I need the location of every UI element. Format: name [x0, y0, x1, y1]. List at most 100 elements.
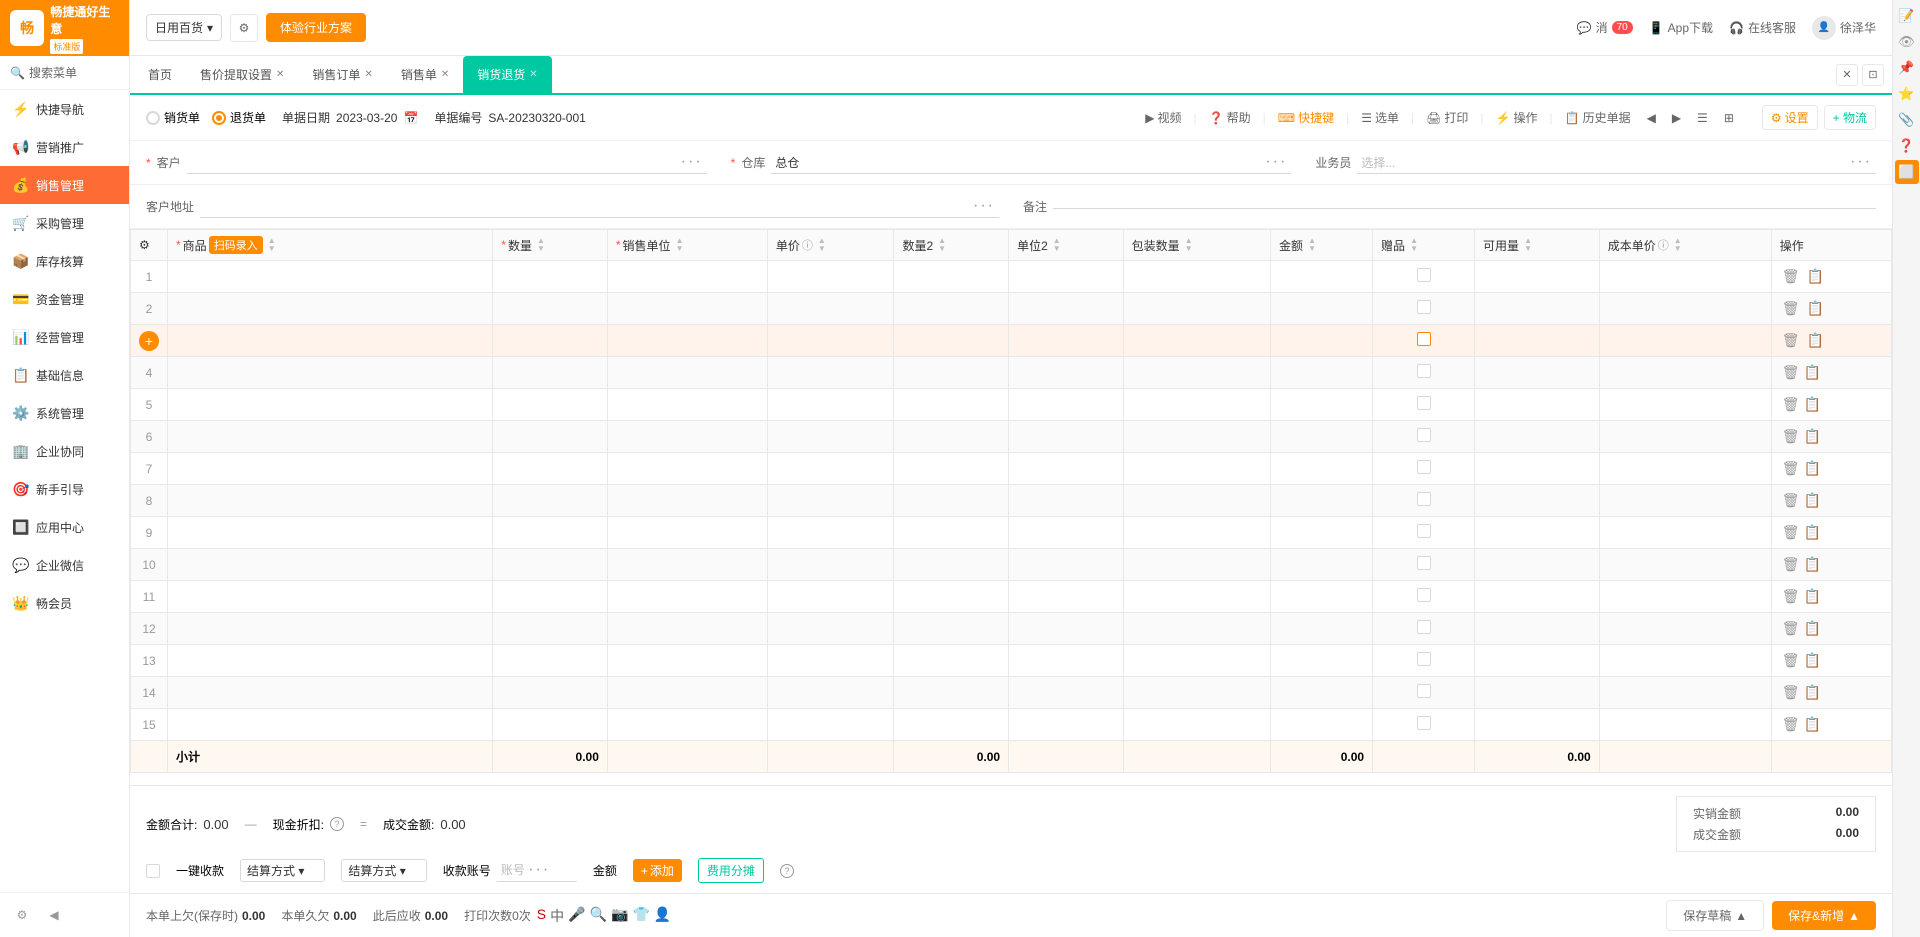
amount-cell[interactable]: [1271, 293, 1373, 325]
price-cell[interactable]: [767, 325, 894, 357]
qty2-cell[interactable]: [894, 261, 1009, 293]
cost-price-cell[interactable]: [1599, 293, 1771, 325]
sidebar-item-inventory[interactable]: 📦 库存核算: [0, 242, 129, 280]
unit2-sort[interactable]: ▲ ▼: [1053, 237, 1061, 253]
online-service-btn[interactable]: 🎧 在线客服: [1729, 19, 1796, 36]
copy-row-btn[interactable]: 📋: [1801, 458, 1822, 479]
product-sort[interactable]: ▲ ▼: [268, 237, 276, 253]
copy-row-btn[interactable]: 📋: [1801, 522, 1822, 543]
fee-split-btn[interactable]: 费用分摊: [698, 858, 764, 883]
price-sort[interactable]: ▲ ▼: [818, 237, 826, 253]
product-cell[interactable]: [168, 261, 493, 293]
tab-close-sale-price[interactable]: ✕: [276, 69, 284, 80]
shortcut-btn[interactable]: ⌨ 快捷键: [1274, 107, 1338, 128]
unit2-cell[interactable]: [1009, 325, 1124, 357]
cost-price-cell[interactable]: [1599, 325, 1771, 357]
copy-row-btn[interactable]: 📋: [1801, 618, 1822, 639]
delete-row-btn[interactable]: 🗑: [1780, 458, 1802, 479]
sidebar-item-newbie[interactable]: 🎯 新手引导: [0, 470, 129, 508]
delete-row-btn[interactable]: 🗑: [1780, 650, 1802, 671]
qty2-cell[interactable]: [894, 325, 1009, 357]
sidebar-item-member[interactable]: 👑 畅会员: [0, 584, 129, 622]
prev-btn[interactable]: ◀: [1643, 109, 1660, 127]
delete-row-btn[interactable]: 🗑: [1780, 362, 1802, 383]
next-btn[interactable]: ▶: [1668, 109, 1685, 127]
tab-sale-price[interactable]: 售价提取设置 ✕: [186, 56, 298, 95]
scan-badge[interactable]: 扫码录入: [209, 236, 263, 254]
save-draft-btn[interactable]: 保存草稿 ▲: [1666, 900, 1764, 931]
pack-qty-cell[interactable]: [1123, 293, 1270, 325]
delete-row-btn[interactable]: 🗑: [1780, 298, 1802, 319]
copy-row-btn[interactable]: 📋: [1801, 490, 1822, 511]
rp-eye-icon[interactable]: 👁: [1895, 30, 1919, 54]
warehouse-input[interactable]: 总仓 ···: [771, 151, 1291, 174]
grid-view-btn[interactable]: ⊞: [1720, 109, 1738, 127]
sale-unit-cell[interactable]: [607, 325, 767, 357]
gift-cell[interactable]: [1373, 325, 1475, 357]
settings-bottom-icon[interactable]: ⚙: [10, 903, 34, 927]
copy-row-btn[interactable]: 📋: [1805, 330, 1826, 351]
search-menu[interactable]: 🔍 搜索菜单: [0, 56, 129, 90]
unit2-cell[interactable]: [1009, 293, 1124, 325]
available-cell[interactable]: [1475, 293, 1600, 325]
tab-home[interactable]: 首页: [134, 56, 186, 95]
qty2-sort[interactable]: ▲ ▼: [938, 237, 946, 253]
qty-cell[interactable]: [493, 261, 608, 293]
cash-discount-help-icon[interactable]: ?: [330, 817, 344, 831]
video-btn[interactable]: ▶ 视频: [1141, 107, 1185, 128]
product-input-active[interactable]: [176, 334, 484, 348]
qty-cell[interactable]: [493, 325, 608, 357]
rp-active-icon[interactable]: ⬜: [1895, 160, 1919, 184]
maximize-tab-btn[interactable]: ⊡: [1862, 64, 1884, 86]
sidebar-item-wechat[interactable]: 💬 企业微信: [0, 546, 129, 584]
help-btn[interactable]: ❓ 帮助: [1205, 107, 1255, 128]
fee-split-help-icon[interactable]: ?: [780, 864, 794, 878]
copy-row-btn[interactable]: 📋: [1805, 266, 1826, 287]
header-gear-icon[interactable]: ⚙: [230, 14, 258, 42]
amount-sort[interactable]: ▲ ▼: [1308, 237, 1316, 253]
copy-row-btn[interactable]: 📋: [1801, 650, 1822, 671]
list-view-btn[interactable]: ☰: [1693, 109, 1712, 127]
copy-row-btn[interactable]: 📋: [1801, 682, 1822, 703]
sidebar-item-system[interactable]: ⚙️ 系统管理: [0, 394, 129, 432]
gift-sort[interactable]: ▲ ▼: [1410, 237, 1418, 253]
cost-price-info-icon[interactable]: ⓘ: [1658, 237, 1669, 253]
delete-row-btn[interactable]: 🗑: [1780, 586, 1802, 607]
col-gear[interactable]: ⚙: [131, 230, 168, 261]
copy-row-btn[interactable]: 📋: [1801, 394, 1822, 415]
collapse-icon[interactable]: ◀: [42, 903, 66, 927]
industry-selector[interactable]: 日用百货 ▾: [146, 14, 222, 41]
tab-close-sale-order[interactable]: ✕: [364, 69, 372, 80]
cost-price-cell[interactable]: [1599, 261, 1771, 293]
pack-qty-cell[interactable]: [1123, 325, 1270, 357]
rp-pin-icon[interactable]: 📌: [1895, 56, 1919, 80]
operation-btn[interactable]: ⚡ 操作: [1492, 107, 1542, 128]
user-menu[interactable]: 👤 徐泽华: [1812, 16, 1876, 40]
add-row-btn[interactable]: +: [139, 331, 159, 351]
settle-method-select[interactable]: 结算方式 ▾: [240, 859, 325, 882]
tab-sale-out[interactable]: 销售单 ✕: [387, 56, 463, 95]
gift-cell[interactable]: [1373, 261, 1475, 293]
copy-row-btn[interactable]: 📋: [1801, 426, 1822, 447]
app-download-btn[interactable]: 📱 App下载: [1649, 19, 1713, 36]
staff-input[interactable]: 选择... ···: [1357, 151, 1876, 174]
pack-qty-cell[interactable]: [1123, 261, 1270, 293]
delete-row-btn[interactable]: 🗑: [1780, 618, 1802, 639]
account-input[interactable]: 账号 ···: [497, 859, 577, 882]
delete-row-btn[interactable]: 🗑: [1780, 682, 1802, 703]
price-cell[interactable]: [767, 261, 894, 293]
add-logistics-btn[interactable]: + 物流: [1824, 105, 1876, 130]
qty-cell[interactable]: [493, 293, 608, 325]
print-btn[interactable]: 🖨 打印: [1422, 107, 1472, 128]
pack-sort[interactable]: ▲ ▼: [1185, 237, 1193, 253]
delete-row-btn[interactable]: 🗑: [1780, 554, 1802, 575]
setting-btn[interactable]: ⚙ ⚙ 设置 设置: [1762, 105, 1818, 130]
unit-price-info-icon[interactable]: ⓘ: [802, 237, 813, 253]
sidebar-item-sales[interactable]: 💰 销售管理: [0, 166, 129, 204]
calendar-icon[interactable]: 📅: [403, 111, 418, 125]
copy-row-btn[interactable]: 📋: [1805, 298, 1826, 319]
sidebar-item-marketing[interactable]: 📢 营销推广: [0, 128, 129, 166]
delete-row-btn[interactable]: 🗑: [1780, 394, 1802, 415]
delete-row-btn[interactable]: 🗑: [1780, 426, 1802, 447]
sale-unit-cell[interactable]: [607, 293, 767, 325]
